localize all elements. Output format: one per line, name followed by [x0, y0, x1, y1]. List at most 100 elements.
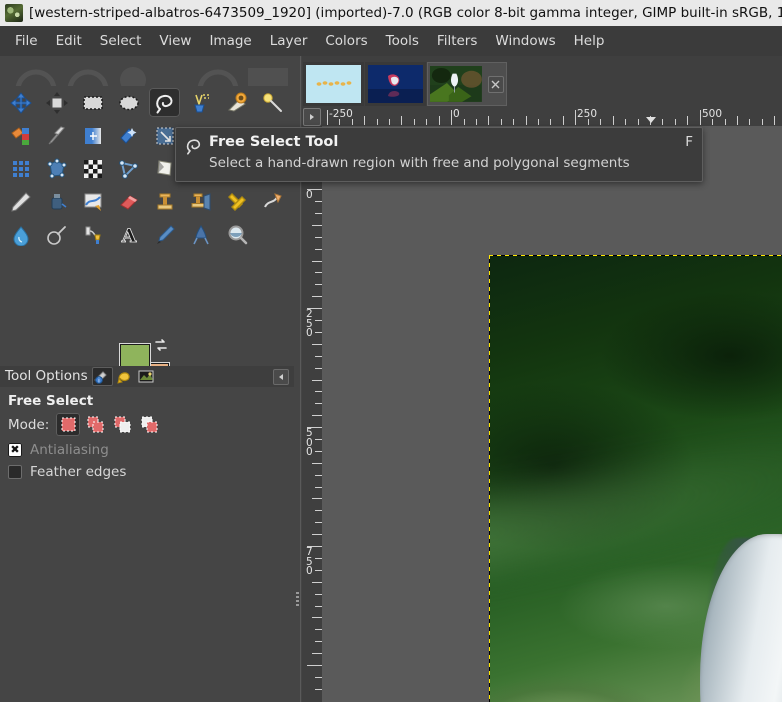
blue-red-abstract-thumb [368, 65, 423, 103]
tooltip-title: Free Select Tool [209, 134, 339, 150]
toolbox-row-1 [0, 86, 294, 119]
menu-layer[interactable]: Layer [261, 30, 317, 52]
dodge-burn-tool-button[interactable] [41, 220, 72, 249]
canvas-viewport[interactable] [322, 126, 782, 702]
menu-edit[interactable]: Edit [47, 30, 91, 52]
gegl-operation-tool-button[interactable] [5, 154, 36, 183]
move-tool-button[interactable] [5, 88, 36, 117]
perspective-clone-tool-button[interactable] [185, 187, 216, 216]
antialiasing-label: Antialiasing [30, 442, 109, 458]
image-tab-1[interactable] [303, 62, 364, 106]
fuzzy-select-tool-button[interactable] [185, 88, 216, 117]
menu-select[interactable]: Select [91, 30, 151, 52]
mypaint-brush-tool-button[interactable] [185, 220, 216, 249]
image-tab-2[interactable] [365, 62, 426, 106]
pale-blue-insects-thumb [306, 65, 361, 103]
image-tab-strip [302, 56, 782, 106]
free-select-tool-button[interactable] [149, 88, 180, 117]
toolbox-row-4 [0, 185, 294, 218]
menu-tools[interactable]: Tools [377, 30, 428, 52]
butterfly-green-thumb [430, 66, 482, 102]
tool-options-dock-title: Tool Options [5, 368, 88, 384]
cage-transform-tool-button[interactable] [41, 154, 72, 183]
ellipse-select-tool-button[interactable] [113, 88, 144, 117]
menu-file[interactable]: File [6, 30, 47, 52]
select-by-color-tool-button[interactable] [221, 88, 252, 117]
tool-tooltip: Free Select Tool F Select a hand-drawn r… [175, 127, 703, 182]
path-tool-button[interactable] [5, 187, 36, 216]
v-ruler-label-0: 0 [306, 189, 313, 201]
window-titlebar: [western-striped-albatros-6473509_1920] … [0, 0, 782, 26]
smudge-tool-button[interactable] [257, 187, 288, 216]
toolbox-row-5: A [0, 218, 294, 251]
mode-intersect-button[interactable] [137, 413, 161, 436]
pencil-tool-button[interactable] [149, 220, 180, 249]
text-tool-button[interactable]: A [113, 220, 144, 249]
vertical-ruler[interactable]: 0 250 500 750 [302, 126, 323, 702]
paintbrush-tool-button[interactable] [41, 121, 72, 150]
menu-help[interactable]: Help [565, 30, 614, 52]
close-tab-button[interactable] [487, 75, 504, 93]
dock-menu-button[interactable] [273, 369, 289, 385]
tab-images[interactable] [136, 367, 157, 386]
blur-sharpen-tool-button[interactable] [5, 220, 36, 249]
bucket-fill-tool-button[interactable] [5, 121, 36, 150]
menu-windows[interactable]: Windows [486, 30, 564, 52]
mode-replace-button[interactable] [56, 413, 81, 436]
mode-label: Mode: [8, 416, 50, 433]
toolbox-scrolled-row [0, 56, 294, 86]
tool-options-body: Free Select Mode: ✖ Antialiasing Feather… [0, 387, 294, 702]
h-ruler-label-250: 250 [577, 108, 598, 120]
ink-tool-button[interactable] [41, 187, 72, 216]
mode-add-button[interactable] [83, 413, 107, 436]
svg-text:A: A [120, 225, 136, 246]
gradient-tool-button[interactable] [77, 121, 108, 150]
eraser-tool-button[interactable] [113, 187, 144, 216]
feather-edges-checkbox[interactable] [8, 465, 22, 479]
selection-mode-row: Mode: [0, 409, 294, 436]
free-select-tool-icon [185, 137, 203, 155]
gimp-wilber-icon [5, 4, 23, 22]
horizontal-ruler[interactable]: -250 0 250 500 [302, 106, 782, 127]
antialiasing-checkbox[interactable] [8, 442, 22, 457]
image-canvas[interactable] [490, 256, 782, 702]
tool-options-heading: Free Select [8, 393, 94, 409]
tooltip-description: Select a hand-drawn region with free and… [209, 155, 630, 171]
menu-filters[interactable]: Filters [428, 30, 486, 52]
mode-subtract-button[interactable] [110, 413, 134, 436]
tool-options-dock: Tool Options i Free Select Mode: ✖ Antia… [0, 366, 294, 702]
heal-tool-button[interactable] [221, 187, 252, 216]
swap-colors-icon[interactable] [154, 338, 168, 352]
h-ruler-label-minus250: -250 [329, 108, 353, 120]
toolbox: A [0, 86, 294, 393]
ruler-menu-button[interactable] [303, 108, 321, 126]
h-ruler-label-500: 500 [702, 108, 723, 120]
checkerboard-tool-button[interactable] [77, 154, 108, 183]
feather-edges-row[interactable]: Feather edges [0, 458, 294, 480]
window-title: [western-striped-albatros-6473509_1920] … [29, 5, 782, 21]
tooltip-shortcut: F [685, 134, 693, 150]
menu-colors[interactable]: Colors [316, 30, 376, 52]
v-ruler-label-250: 250 [306, 308, 313, 339]
rectangle-select-tool-button[interactable] [77, 88, 108, 117]
tool-options-tabbar: Tool Options i [0, 366, 294, 387]
menu-image[interactable]: Image [200, 30, 260, 52]
measure-tool-button[interactable] [257, 88, 288, 117]
v-ruler-label-750: 750 [306, 546, 313, 577]
clone-tool-button[interactable] [149, 187, 180, 216]
menu-view[interactable]: View [150, 30, 200, 52]
alignment-tool-button[interactable] [41, 88, 72, 117]
zoom-tool-button[interactable] [221, 220, 252, 249]
handle-transform-tool-button[interactable] [113, 154, 144, 183]
tab-tool-options[interactable]: i [91, 367, 113, 386]
antialiasing-row[interactable]: Antialiasing [0, 436, 294, 458]
image-tab-3[interactable] [427, 62, 507, 106]
tab-undo-history[interactable] [114, 367, 135, 386]
feather-edges-label: Feather edges [30, 464, 127, 480]
airbrush-tool-button[interactable] [77, 220, 108, 249]
splitter-grip[interactable] [296, 592, 299, 608]
horizontal-position-marker [646, 117, 656, 123]
v-ruler-label-500: 500 [306, 427, 313, 458]
warp-transform-tool-button[interactable] [113, 121, 144, 150]
n-point-deformation-tool-button[interactable] [77, 187, 108, 216]
